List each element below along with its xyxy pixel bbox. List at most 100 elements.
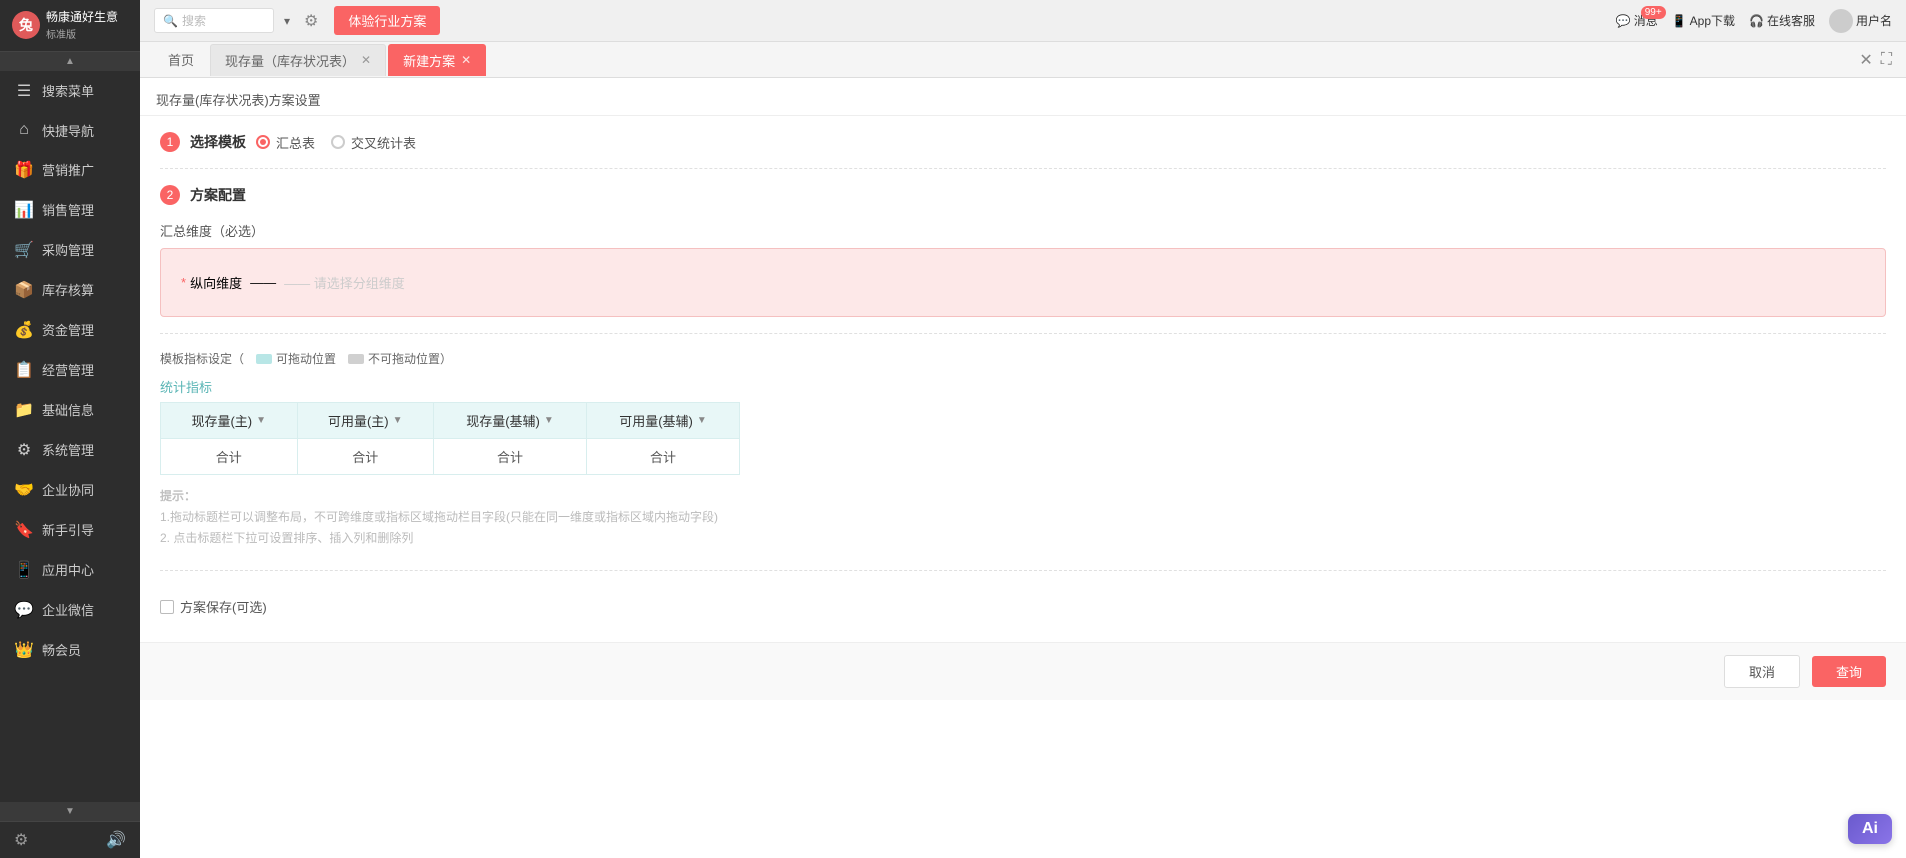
save-option-label: 方案保存(可选) bbox=[180, 597, 267, 616]
purchase-icon: 🛒 bbox=[14, 240, 34, 260]
radio-summary[interactable]: 汇总表 bbox=[256, 133, 315, 152]
col3-header[interactable]: 现存量(基辅) ▼ bbox=[434, 403, 587, 439]
col1-dropdown[interactable]: 现存量(主) ▼ bbox=[191, 411, 266, 430]
tab-inventory-status-close[interactable]: ✕ bbox=[361, 53, 371, 67]
col2-header[interactable]: 可用量(主) ▼ bbox=[297, 403, 434, 439]
divider3 bbox=[160, 570, 1886, 571]
stats-table: 现存量(主) ▼ 可用量(主) ▼ bbox=[160, 402, 740, 475]
col4-dropdown[interactable]: 可用量(基辅) ▼ bbox=[619, 411, 707, 430]
panel-close-icon[interactable]: ✕ bbox=[1859, 50, 1872, 70]
sidebar-item-purchase[interactable]: 🛒 采购管理 bbox=[0, 230, 140, 270]
marketing-icon: 🎁 bbox=[14, 160, 34, 180]
footer: 取消 查询 bbox=[140, 642, 1906, 700]
sidebar-item-finance[interactable]: 💰 资金管理 bbox=[0, 310, 140, 350]
sidebar-item-label-quick-nav: 快捷导航 bbox=[42, 121, 94, 140]
query-button[interactable]: 查询 bbox=[1812, 656, 1886, 687]
tab-inventory-status[interactable]: 现存量（库存状况表） ✕ bbox=[210, 44, 386, 76]
service-label: 在线客服 bbox=[1767, 12, 1815, 29]
search-menu-icon: ☰ bbox=[14, 81, 34, 101]
sidebar-item-new-guide[interactable]: 🔖 新手引导 bbox=[0, 510, 140, 550]
stats-table-wrapper: 统计指标 现存量(主) ▼ 可用量 bbox=[160, 377, 1886, 475]
trial-btn[interactable]: 体验行业方案 bbox=[334, 6, 440, 35]
cancel-button[interactable]: 取消 bbox=[1724, 655, 1800, 688]
legend-fixed-label: 不可拖动位置） bbox=[368, 350, 452, 367]
sidebar-item-sales[interactable]: 📊 销售管理 bbox=[0, 190, 140, 230]
sidebar-item-label-purchase: 采购管理 bbox=[42, 240, 94, 259]
col1-chevron: ▼ bbox=[256, 415, 266, 426]
radio-cross[interactable]: 交叉统计表 bbox=[331, 133, 416, 152]
topbar-search[interactable]: 🔍 搜索 bbox=[154, 8, 274, 33]
speaker-icon[interactable]: 🔊 bbox=[106, 830, 126, 850]
tab-new-plan-close[interactable]: ✕ bbox=[461, 53, 471, 67]
app-edition: 标准版 bbox=[46, 26, 118, 41]
page-title: 现存量(库存状况表)方案设置 bbox=[140, 78, 1906, 116]
system-icon: ⚙ bbox=[14, 440, 34, 460]
sidebar-item-label-finance: 资金管理 bbox=[42, 320, 94, 339]
aggregate-dim-label: 汇总维度（必选） bbox=[160, 221, 1886, 240]
topbar-service[interactable]: 🎧 在线客服 bbox=[1749, 12, 1815, 29]
settings-icon[interactable]: ⚙ bbox=[14, 830, 28, 850]
form-section: 1 选择模板 汇总表 交叉统计表 2 方案配置 bbox=[140, 116, 1906, 642]
sidebar-item-label-base-info: 基础信息 bbox=[42, 400, 94, 419]
col4-sub: 合计 bbox=[586, 439, 739, 475]
legend-draggable-label: 可拖动位置 bbox=[276, 350, 336, 367]
indicator-settings-row: 模板指标设定（ 可拖动位置 不可拖动位置） bbox=[160, 350, 1886, 367]
step1-num: 1 bbox=[160, 132, 180, 152]
col4-header[interactable]: 可用量(基辅) ▼ bbox=[586, 403, 739, 439]
topbar-app[interactable]: 📱 App下载 bbox=[1672, 12, 1735, 29]
sidebar-item-inventory[interactable]: 📦 库存核算 bbox=[0, 270, 140, 310]
col3-sub: 合计 bbox=[434, 439, 587, 475]
sidebar-logo: 兔 畅康通好生意 标准版 bbox=[0, 0, 140, 52]
sidebar-item-enterprise[interactable]: 🤝 企业协同 bbox=[0, 470, 140, 510]
save-checkbox[interactable] bbox=[160, 600, 174, 614]
user-label: 用户名 bbox=[1856, 12, 1892, 29]
tab-home[interactable]: 首页 bbox=[154, 44, 208, 75]
home-tab-label: 首页 bbox=[168, 50, 194, 69]
topbar-dropdown[interactable]: ▾ bbox=[284, 14, 290, 28]
template-options: 汇总表 交叉统计表 bbox=[256, 133, 416, 152]
sidebar-scroll-up[interactable]: ▲ bbox=[0, 52, 140, 71]
col3-label: 现存量(基辅) bbox=[466, 411, 540, 430]
topbar: 🔍 搜索 ▾ ⚙ 体验行业方案 💬 消息 99+ 📱 App下载 🎧 在线客服 … bbox=[140, 0, 1906, 42]
msg-icon: 💬 bbox=[1616, 14, 1631, 28]
radio-cross-label: 交叉统计表 bbox=[351, 133, 416, 152]
col1-sub: 合计 bbox=[161, 439, 298, 475]
sidebar-item-operation[interactable]: 📋 经营管理 bbox=[0, 350, 140, 390]
service-icon: 🎧 bbox=[1749, 14, 1764, 28]
sidebar-scroll-down[interactable]: ▼ bbox=[0, 802, 140, 821]
topbar-msg[interactable]: 💬 消息 99+ bbox=[1616, 12, 1658, 29]
sales-icon: 📊 bbox=[14, 200, 34, 220]
quick-nav-icon: ⌂ bbox=[14, 121, 34, 139]
topbar-user[interactable]: 用户名 bbox=[1829, 9, 1892, 33]
tab-new-plan[interactable]: 新建方案 ✕ bbox=[388, 44, 486, 76]
topbar-gear-icon[interactable]: ⚙ bbox=[304, 11, 318, 31]
dim-placeholder[interactable]: —— 请选择分组维度 bbox=[284, 273, 405, 292]
step1-title: 选择模板 bbox=[190, 132, 246, 152]
sidebar-item-wechat[interactable]: 💬 企业微信 bbox=[0, 590, 140, 630]
vertical-dim-area: * 纵向维度 —— —— 请选择分组维度 bbox=[160, 248, 1886, 317]
sidebar-item-member[interactable]: 👑 畅会员 bbox=[0, 630, 140, 670]
col2-label: 可用量(主) bbox=[328, 411, 389, 430]
finance-icon: 💰 bbox=[14, 320, 34, 340]
inventory-status-tab-label: 现存量（库存状况表） bbox=[225, 51, 355, 70]
operation-icon: 📋 bbox=[14, 360, 34, 380]
sidebar-item-label-wechat: 企业微信 bbox=[42, 600, 94, 619]
panel-expand-icon[interactable]: ⛶ bbox=[1881, 51, 1892, 69]
sidebar-item-base-info[interactable]: 📁 基础信息 bbox=[0, 390, 140, 430]
sidebar-item-search-menu[interactable]: ☰ 搜索菜单 bbox=[0, 71, 140, 111]
sidebar-item-app-center[interactable]: 📱 应用中心 bbox=[0, 550, 140, 590]
step2-row: 2 方案配置 bbox=[160, 185, 1886, 205]
sidebar-nav: ☰ 搜索菜单 ⌂ 快捷导航 🎁 营销推广 📊 销售管理 🛒 采购管理 📦 库存核… bbox=[0, 71, 140, 802]
col3-dropdown[interactable]: 现存量(基辅) ▼ bbox=[466, 411, 554, 430]
col2-dropdown[interactable]: 可用量(主) ▼ bbox=[328, 411, 403, 430]
col1-header[interactable]: 现存量(主) ▼ bbox=[161, 403, 298, 439]
search-icon: 🔍 bbox=[163, 14, 178, 28]
ai-badge[interactable]: Ai bbox=[1848, 814, 1892, 844]
sidebar-item-quick-nav[interactable]: ⌂ 快捷导航 bbox=[0, 111, 140, 150]
sidebar-item-system[interactable]: ⚙ 系统管理 bbox=[0, 430, 140, 470]
sidebar-item-marketing[interactable]: 🎁 营销推广 bbox=[0, 150, 140, 190]
sidebar-item-label-new-guide: 新手引导 bbox=[42, 520, 94, 539]
app-download-label: App下载 bbox=[1690, 12, 1735, 29]
col4-chevron: ▼ bbox=[697, 415, 707, 426]
msg-badge: 99+ bbox=[1641, 6, 1666, 19]
